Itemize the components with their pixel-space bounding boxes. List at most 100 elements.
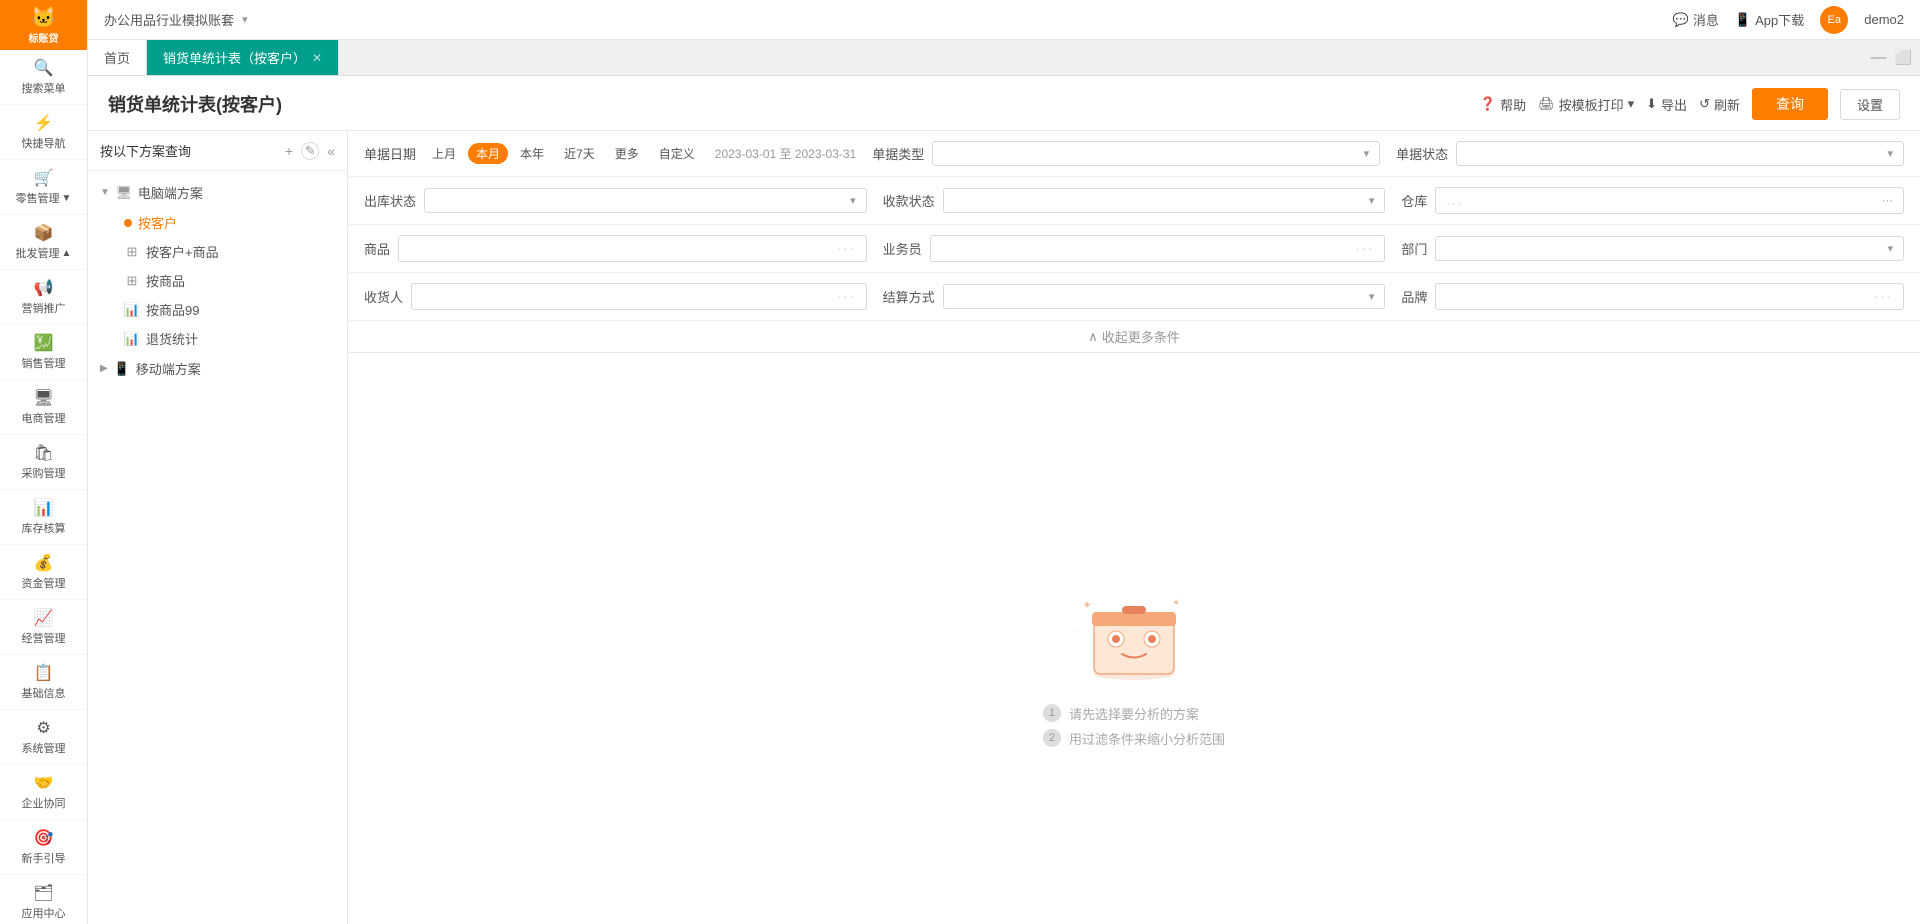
sidebar-item-search-menu[interactable]: 🔍 搜索菜单 <box>0 50 88 105</box>
corp-icon: 🤝 <box>34 773 54 793</box>
receive-status-select[interactable]: ▾ <box>943 188 1386 213</box>
goods-select[interactable]: ··· <box>398 235 867 262</box>
collapse-panel-icon[interactable]: « <box>327 143 335 159</box>
sidebar-item-inventory[interactable]: 📊 库存核算 <box>0 490 88 545</box>
app-download-btn[interactable]: 📱 App下载 <box>1735 10 1804 29</box>
out-status-label: 出库状态 <box>364 191 416 210</box>
help-btn[interactable]: ❓ 帮助 <box>1480 95 1526 114</box>
date-tab-custom[interactable]: 自定义 <box>651 143 703 164</box>
date-tab-more[interactable]: 更多 <box>607 143 647 164</box>
quick-nav-icon: ⚡ <box>34 113 54 133</box>
robot-svg: ✦ ✦ · <box>1064 564 1204 684</box>
refresh-btn[interactable]: ↺ 刷新 <box>1699 95 1740 114</box>
sidebar-item-quick-nav[interactable]: ⚡ 快捷导航 <box>0 105 88 160</box>
brand-filter: 品牌 ··· <box>1401 283 1904 310</box>
type-select[interactable]: ▾ <box>932 141 1380 166</box>
tab-home[interactable]: 首页 <box>88 40 147 75</box>
staff-select[interactable]: ··· <box>930 235 1386 262</box>
tab-sales-stat[interactable]: 销货单统计表（按客户） ✕ <box>147 40 339 75</box>
status-label: 单据状态 <box>1396 144 1448 163</box>
tab-close-icon[interactable]: ✕ <box>312 51 322 65</box>
print-icon: 🖨 <box>1538 96 1555 112</box>
sidebar-item-basic[interactable]: 📋 基础信息 <box>0 655 88 710</box>
out-status-select[interactable]: ▾ <box>424 188 867 213</box>
tree-item-label: 退货统计 <box>146 329 335 348</box>
brand-select[interactable]: ··· <box>1435 283 1904 310</box>
warehouse-select[interactable]: ... ··· <box>1435 187 1904 214</box>
sidebar-item-label: 营销推广 <box>22 300 66 316</box>
add-scheme-icon[interactable]: + <box>285 143 293 159</box>
message-btn[interactable]: 💬 消息 <box>1673 10 1719 29</box>
grid-icon-2: ⊞ <box>124 273 140 289</box>
tree-collapse-icon: ▶ <box>100 363 108 374</box>
collapse-button[interactable]: ∧ 收起更多条件 <box>1072 321 1196 352</box>
ecommerce-icon: 🖥 <box>33 388 53 408</box>
tree-expand-icon: ▼ <box>100 187 110 198</box>
sidebar-item-marketing[interactable]: 📢 营销推广 <box>0 270 88 325</box>
date-tab-this-year[interactable]: 本年 <box>512 143 552 164</box>
collapse-row: ∧ 收起更多条件 <box>348 321 1920 353</box>
sidebar-item-purchase[interactable]: 🛍 采购管理 <box>0 435 88 490</box>
settings-button[interactable]: 设置 <box>1840 89 1900 120</box>
page-title: 销货单统计表(按客户) <box>108 91 282 127</box>
sidebar-item-finance[interactable]: 💰 资金管理 <box>0 545 88 600</box>
staff-filter: 业务员 ··· <box>883 235 1386 262</box>
app-download-icon: 📱 <box>1735 12 1751 28</box>
tree-desktop-section[interactable]: ▼ 🖥 电脑端方案 <box>88 177 347 208</box>
tree-mobile-label: 移动端方案 <box>136 359 335 378</box>
date-label: 单据日期 <box>364 144 416 163</box>
sidebar-item-system[interactable]: ⚙ 系统管理 <box>0 710 88 765</box>
empty-state: ✦ ✦ · 1 请先选择要分析的方案 2 用过滤条件来缩小分析范围 <box>348 353 1920 924</box>
receiver-select[interactable]: ··· <box>411 283 867 310</box>
sidebar-item-label: 应用中心 <box>22 905 66 921</box>
svg-text:✦: ✦ <box>1082 598 1092 612</box>
filter-row-3: 商品 ··· 业务员 ··· <box>348 225 1920 273</box>
app-download-label: App下载 <box>1755 10 1804 29</box>
robot-illustration: ✦ ✦ · <box>1064 564 1204 684</box>
date-tab-last-month[interactable]: 上月 <box>424 143 464 164</box>
date-tab-this-month[interactable]: 本月 <box>468 143 508 164</box>
refresh-icon: ↺ <box>1699 96 1710 112</box>
receiver-dots: ··· <box>837 289 856 304</box>
sidebar-item-operation[interactable]: 📈 经营管理 <box>0 600 88 655</box>
sidebar-item-retail[interactable]: 🛒 零售管理 ▼ <box>0 160 88 215</box>
date-filter: 单据日期 上月 本月 本年 近7天 更多 自定义 2023-03-01 至 20… <box>364 143 856 164</box>
warehouse-filter: 仓库 ... ··· <box>1401 187 1904 214</box>
brand-label: 品牌 <box>1401 287 1427 306</box>
print-btn[interactable]: 🖨 按模板打印 ▾ <box>1538 95 1634 114</box>
query-button[interactable]: 查询 <box>1752 88 1828 120</box>
user-avatar[interactable]: Ea <box>1820 6 1848 34</box>
tab-minimize-icon[interactable]: — <box>1871 49 1887 67</box>
sidebar-item-ecommerce[interactable]: 🖥 电商管理 <box>0 380 88 435</box>
print-dropdown-icon: ▾ <box>1628 96 1635 112</box>
date-range-display: 2023-03-01 至 2023-03-31 <box>715 145 856 162</box>
sidebar-item-sales[interactable]: 💹 销售管理 <box>0 325 88 380</box>
empty-tip-1: 1 请先选择要分析的方案 <box>1043 704 1225 723</box>
dept-select[interactable]: ▾ <box>1435 236 1904 261</box>
tree-item-by-goods-99[interactable]: 📊 按商品99 <box>112 295 347 324</box>
tree-item-by-customer-goods[interactable]: ⊞ 按客户+商品 <box>112 237 347 266</box>
sidebar-item-wholesale[interactable]: 📦 批发管理 ▲ <box>0 215 88 270</box>
sidebar-item-label: 经营管理 <box>22 630 66 646</box>
tree-item-by-goods[interactable]: ⊞ 按商品 <box>112 266 347 295</box>
sidebar-item-apps[interactable]: 🗂 应用中心 <box>0 875 88 924</box>
wholesale-icon: 📦 <box>34 223 54 243</box>
brand-dots: ··· <box>1874 289 1893 304</box>
sidebar-item-label: 库存核算 <box>22 520 66 536</box>
type-dropdown-icon: ▾ <box>1364 147 1370 160</box>
tree-mobile-section[interactable]: ▶ 📱 移动端方案 <box>88 353 347 384</box>
sidebar-item-corp[interactable]: 🤝 企业协同 <box>0 765 88 820</box>
tab-expand-icon[interactable]: ⬜ <box>1895 49 1912 66</box>
date-tab-7days[interactable]: 近7天 <box>556 143 603 164</box>
export-btn[interactable]: ⬇ 导出 <box>1646 95 1687 114</box>
status-select[interactable]: ▾ <box>1456 141 1904 166</box>
tree-item-by-customer[interactable]: 按客户 <box>112 208 347 237</box>
settlement-select[interactable]: ▾ <box>943 284 1386 309</box>
page-header: 销货单统计表(按客户) ❓ 帮助 🖨 按模板打印 ▾ ⬇ 导出 <box>88 76 1920 131</box>
edit-scheme-icon[interactable]: ✎ <box>301 142 319 160</box>
sidebar-item-newbie[interactable]: 🎯 新手引导 <box>0 820 88 875</box>
industry-dropdown-icon[interactable]: ▾ <box>242 13 248 26</box>
topbar: 办公用品行业模拟账套 ▾ 💬 消息 📱 App下载 Ea demo2 <box>88 0 1920 40</box>
tree-item-return-stat[interactable]: 📊 退货统计 <box>112 324 347 353</box>
page-title-row: 销货单统计表(按客户) ❓ 帮助 🖨 按模板打印 ▾ ⬇ 导出 <box>108 88 1900 130</box>
